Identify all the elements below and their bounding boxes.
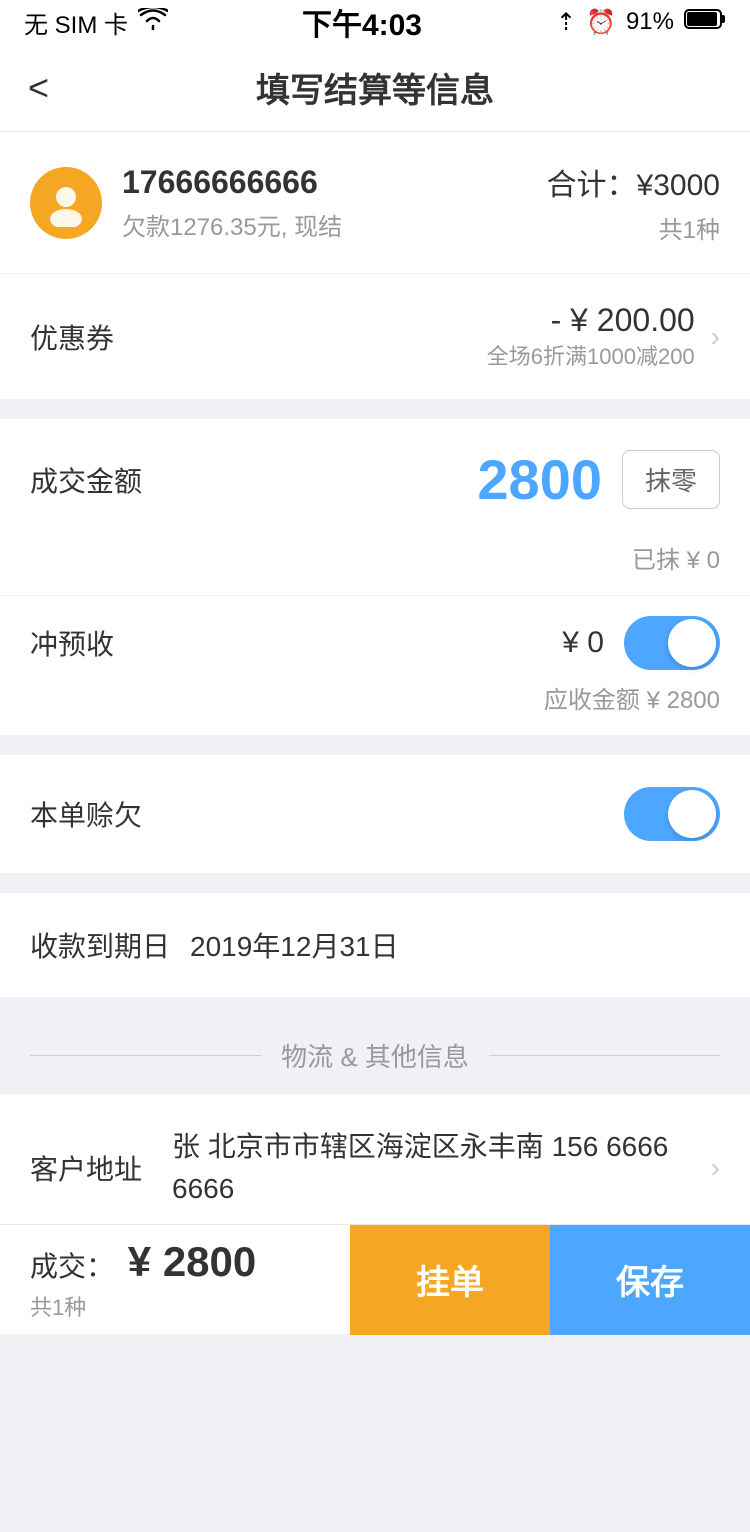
bottom-sub: 共1种 (30, 1290, 320, 1322)
arrearage-row: 本单赊欠 (0, 755, 750, 873)
coupon-right: - ¥ 200.00 全场6折满1000减200 › (487, 302, 720, 371)
arrearage-label: 本单赊欠 (30, 794, 142, 834)
deal-amount-value: 2800 (477, 447, 602, 512)
divider-line-left (30, 1055, 261, 1056)
arrearage-right (624, 787, 720, 841)
customer-sub: 欠款1276.35元, 现结 (122, 207, 547, 242)
prepay-row: 冲预收 ¥ 0 (0, 595, 750, 680)
prepay-toggle[interactable] (624, 616, 720, 670)
total-amount: 合计：¥3000 (547, 160, 720, 204)
due-date-row: 收款到期日 2019年12月31日 (0, 893, 750, 997)
due-date-label: 收款到期日 (30, 925, 170, 965)
bottom-bar: 成交： ¥ 2800 共1种 挂单 保存 (0, 1224, 750, 1334)
wifi-icon (138, 8, 168, 37)
save-button[interactable]: 保存 (550, 1225, 750, 1335)
avatar (30, 167, 102, 239)
arrearage-toggle[interactable] (624, 787, 720, 841)
status-left: 无 SIM 卡 (24, 5, 168, 40)
deal-amount-row: 成交金额 2800 抹零 (0, 419, 750, 540)
address-content: 张 北京市市辖区海淀区永丰南 156 6666 6666 (172, 1126, 705, 1210)
location-icon: ⇡ (556, 8, 576, 37)
logistics-divider: 物流 & 其他信息 (0, 1017, 750, 1094)
back-button[interactable]: < (28, 67, 49, 109)
round-button[interactable]: 抹零 (622, 450, 720, 509)
sim-status: 无 SIM 卡 (24, 5, 128, 40)
toggle-knob (668, 619, 716, 667)
chevron-right-icon: › (711, 321, 720, 353)
address-label: 客户地址 (30, 1148, 142, 1188)
deal-right: 2800 抹零 (477, 447, 720, 512)
nav-bar: < 填写结算等信息 (0, 44, 750, 132)
customer-phone: 17666666666 (122, 164, 547, 201)
bottom-deal-line: 成交： ¥ 2800 (30, 1238, 320, 1286)
address-chevron-icon: › (711, 1152, 720, 1184)
prepay-amount: ¥ 0 (562, 626, 604, 660)
coupon-desc: 全场6折满1000减200 (487, 339, 695, 371)
coupon-label: 优惠券 (30, 317, 114, 357)
logistics-label: 物流 & 其他信息 (261, 1037, 489, 1074)
customer-row: 17666666666 欠款1276.35元, 现结 合计：¥3000 共1种 (0, 132, 750, 273)
status-time: 下午4:03 (302, 0, 422, 44)
status-right: ⇡ ⏰ 91% (556, 8, 726, 37)
address-row[interactable]: 客户地址 张 北京市市辖区海淀区永丰南 156 6666 6666 › (0, 1094, 750, 1242)
deal-amount-label: 成交金额 (30, 460, 142, 500)
customer-info: 17666666666 欠款1276.35元, 现结 (122, 164, 547, 242)
battery-level: 91% (626, 8, 674, 36)
page-title: 填写结算等信息 (256, 63, 494, 112)
alarm-icon: ⏰ (586, 8, 616, 37)
coupon-discount: - ¥ 200.00 (487, 302, 695, 339)
prepay-label: 冲预收 (30, 623, 114, 663)
status-bar: 无 SIM 卡 下午4:03 ⇡ ⏰ 91% (0, 0, 750, 44)
toggle-knob-2 (668, 790, 716, 838)
deal-section: 成交金额 2800 抹零 已抹 ¥ 0 冲预收 ¥ 0 应收金额 ¥ 2800 (0, 419, 750, 735)
bottom-summary: 成交： ¥ 2800 共1种 (0, 1238, 350, 1322)
battery-icon (684, 8, 726, 37)
bottom-deal-label: 成交： (30, 1251, 114, 1282)
due-date-value: 2019年12月31日 (190, 925, 399, 965)
deal-sub: 已抹 ¥ 0 (0, 540, 750, 595)
hold-button[interactable]: 挂单 (350, 1225, 550, 1335)
divider-line-right (489, 1055, 720, 1056)
total-sub: 共1种 (547, 210, 720, 245)
bottom-deal-amount: ¥ 2800 (128, 1238, 256, 1285)
customer-section: 17666666666 欠款1276.35元, 现结 合计：¥3000 共1种 … (0, 132, 750, 399)
prepay-sub: 应收金额 ¥ 2800 (0, 680, 750, 735)
customer-total: 合计：¥3000 共1种 (547, 160, 720, 245)
prepay-right: ¥ 0 (562, 616, 720, 670)
coupon-row[interactable]: 优惠券 - ¥ 200.00 全场6折满1000减200 › (0, 273, 750, 399)
